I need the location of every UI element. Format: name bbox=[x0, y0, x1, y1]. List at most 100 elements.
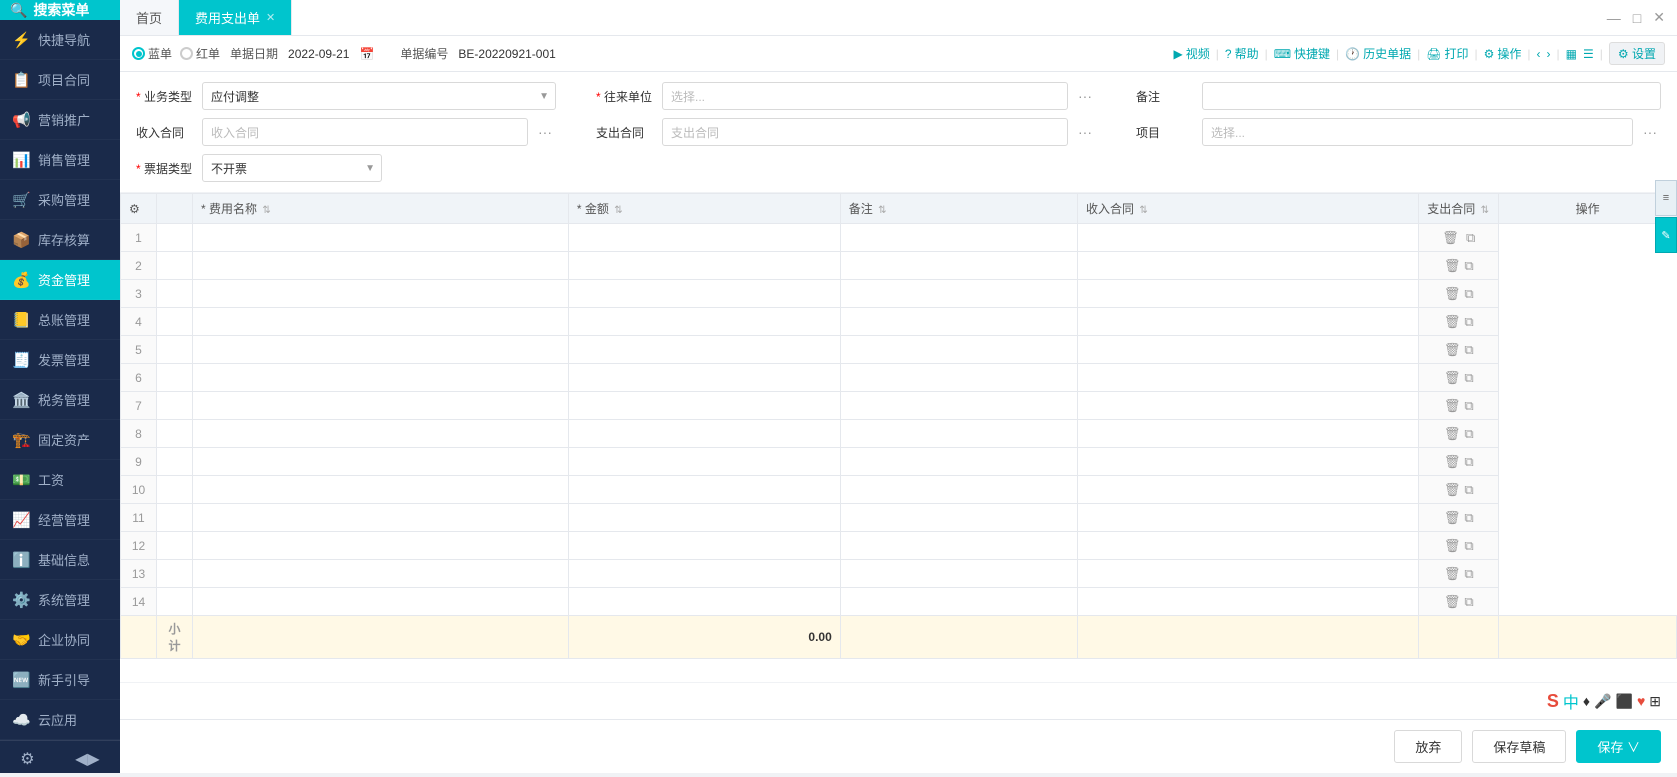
sidebar-audio-icon[interactable]: ◀▶ bbox=[75, 749, 100, 769]
delete-row-1-button[interactable]: 🗑 bbox=[1442, 230, 1459, 245]
copy-row-button[interactable]: ⧉ bbox=[1464, 342, 1473, 357]
amount-header[interactable]: * 金额 ⇅ bbox=[568, 194, 840, 224]
sidebar-item-system[interactable]: ⚙️ 系统管理 bbox=[0, 580, 120, 620]
delete-row-button[interactable]: 🗑 bbox=[1444, 594, 1461, 609]
sidebar-item-basic-info[interactable]: ℹ️ 基础信息 bbox=[0, 540, 120, 580]
nav-prev-button[interactable]: ‹ bbox=[1537, 47, 1541, 61]
income-contract-input[interactable]: 收入合同 bbox=[202, 118, 528, 146]
invoice-type-select[interactable]: 不开票 ▼ bbox=[202, 154, 382, 182]
right-float-panel: ≡ ✎ bbox=[1655, 180, 1677, 253]
copy-row-button[interactable]: ⧉ bbox=[1464, 258, 1473, 273]
copy-row-button[interactable]: ⧉ bbox=[1464, 594, 1473, 609]
float-icon-2[interactable]: ✎ bbox=[1655, 217, 1677, 253]
delete-row-button[interactable]: 🗑 bbox=[1444, 426, 1461, 441]
delete-row-button[interactable]: 🗑 bbox=[1444, 454, 1461, 469]
sidebar-item-marketing[interactable]: 📢 营销推广 bbox=[0, 100, 120, 140]
delete-row-button[interactable]: 🗑 bbox=[1444, 342, 1461, 357]
sidebar-item-purchase[interactable]: 🛒 采购管理 bbox=[0, 180, 120, 220]
radio-blue[interactable]: 蓝单 bbox=[132, 45, 172, 62]
radio-red[interactable]: 红单 bbox=[180, 45, 220, 62]
settings-button[interactable]: ⚙ 设置 bbox=[1609, 42, 1665, 65]
copy-row-button[interactable]: ⧉ bbox=[1464, 482, 1473, 497]
project-dots[interactable]: ··· bbox=[1639, 124, 1661, 140]
sidebar-item-inventory[interactable]: 📦 库存核算 bbox=[0, 220, 120, 260]
copy-row-button[interactable]: ⧉ bbox=[1464, 426, 1473, 441]
sidebar-item-accounting[interactable]: 📒 总账管理 bbox=[0, 300, 120, 340]
delete-row-button[interactable]: 🗑 bbox=[1444, 286, 1461, 301]
copy-row-button[interactable]: ⧉ bbox=[1464, 286, 1473, 301]
window-minimize-button[interactable]: — bbox=[1603, 10, 1625, 26]
expense-contract-placeholder: 支出合同 bbox=[671, 124, 719, 141]
cell-income-contract-1[interactable] bbox=[840, 224, 1077, 252]
copy-row-button[interactable]: ⧉ bbox=[1464, 454, 1473, 469]
sidebar-item-salary[interactable]: 💵 工资 bbox=[0, 460, 120, 500]
ops-button[interactable]: ⚙ 操作 bbox=[1484, 45, 1522, 62]
window-close-button[interactable]: ✕ bbox=[1649, 9, 1669, 26]
view-list-button[interactable]: ☰ bbox=[1583, 47, 1594, 61]
history-button[interactable]: 🕐 历史单据 bbox=[1345, 45, 1411, 62]
copy-row-button[interactable]: ⧉ bbox=[1464, 370, 1473, 385]
tab-expense-close[interactable]: ✕ bbox=[266, 11, 275, 24]
copy-row-button[interactable]: ⧉ bbox=[1464, 314, 1473, 329]
expense-contract-header[interactable]: 支出合同 ⇅ bbox=[1419, 194, 1499, 224]
cell-remark-1[interactable] bbox=[568, 224, 840, 252]
copy-row-button[interactable]: ⧉ bbox=[1464, 398, 1473, 413]
counterpart-dots[interactable]: ··· bbox=[1074, 88, 1096, 104]
tab-expense[interactable]: 费用支出单 ✕ bbox=[179, 0, 292, 35]
project-input[interactable]: 选择... bbox=[1202, 118, 1633, 146]
nav-next-button[interactable]: › bbox=[1547, 47, 1551, 61]
save-draft-button[interactable]: 保存草稿 bbox=[1472, 730, 1566, 763]
sidebar-item-tax[interactable]: 🏛️ 税务管理 bbox=[0, 380, 120, 420]
delete-row-button[interactable]: 🗑 bbox=[1444, 370, 1461, 385]
copy-row-button[interactable]: ⧉ bbox=[1464, 538, 1473, 553]
save-button[interactable]: 保存 ∨ bbox=[1576, 730, 1661, 763]
sidebar-item-project-contract[interactable]: 📋 项目合同 bbox=[0, 60, 120, 100]
biz-type-select[interactable]: 应付调整 ▼ bbox=[202, 82, 556, 110]
sidebar-item-invoice[interactable]: 🧾 发票管理 bbox=[0, 340, 120, 380]
calendar-icon[interactable]: 📅 bbox=[359, 47, 374, 61]
delete-row-button[interactable]: 🗑 bbox=[1444, 566, 1461, 581]
cell-amount-1[interactable] bbox=[193, 224, 569, 252]
copy-row-button[interactable]: ⧉ bbox=[1464, 510, 1473, 525]
expense-contract-dots[interactable]: ··· bbox=[1074, 124, 1096, 140]
sidebar-search[interactable]: 🔍 搜索菜单 bbox=[0, 0, 120, 20]
delete-row-button[interactable]: 🗑 bbox=[1444, 510, 1461, 525]
enterprise-icon: 🤝 bbox=[12, 631, 30, 649]
copy-row-1-button[interactable]: ⧉ bbox=[1466, 230, 1475, 245]
gear-column-header[interactable]: ⚙ bbox=[121, 194, 157, 224]
expense-contract-input[interactable]: 支出合同 bbox=[662, 118, 1068, 146]
income-contract-header[interactable]: 收入合同 ⇅ bbox=[1078, 194, 1419, 224]
delete-row-button[interactable]: 🗑 bbox=[1444, 398, 1461, 413]
print-button[interactable]: 🖨 打印 bbox=[1426, 45, 1468, 62]
sidebar-item-operation[interactable]: 📈 经营管理 bbox=[0, 500, 120, 540]
sidebar-settings-icon[interactable]: ⚙ bbox=[20, 749, 34, 769]
sidebar-item-quick-nav[interactable]: ⚡ 快捷导航 bbox=[0, 20, 120, 60]
help-button[interactable]: ? 帮助 bbox=[1225, 45, 1259, 62]
counterpart-input[interactable]: 选择... bbox=[662, 82, 1068, 110]
delete-row-button[interactable]: 🗑 bbox=[1444, 538, 1461, 553]
tab-home[interactable]: 首页 bbox=[120, 0, 179, 35]
income-contract-dots[interactable]: ··· bbox=[534, 124, 556, 140]
radio-red-label: 红单 bbox=[196, 45, 220, 62]
sidebar-item-new-guide[interactable]: 🆕 新手引导 bbox=[0, 660, 120, 700]
delete-row-button[interactable]: 🗑 bbox=[1444, 314, 1461, 329]
float-icon-1[interactable]: ≡ bbox=[1655, 180, 1677, 216]
remark-header[interactable]: 备注 ⇅ bbox=[840, 194, 1077, 224]
delete-row-button[interactable]: 🗑 bbox=[1444, 258, 1461, 273]
window-maximize-button[interactable]: □ bbox=[1629, 10, 1645, 26]
discard-button[interactable]: 放弃 bbox=[1394, 730, 1462, 763]
sidebar-item-cloud-apps[interactable]: ☁️ 云应用 bbox=[0, 700, 120, 740]
view-grid-button[interactable]: ▦ bbox=[1566, 47, 1577, 61]
copy-row-button[interactable]: ⧉ bbox=[1464, 566, 1473, 581]
sidebar-item-fixed-assets[interactable]: 🏗️ 固定资产 bbox=[0, 420, 120, 460]
sidebar-item-capital[interactable]: 💰 资金管理 bbox=[0, 260, 120, 300]
sidebar-item-enterprise[interactable]: 🤝 企业协同 bbox=[0, 620, 120, 660]
shortcut-button[interactable]: ⌨ 快捷键 bbox=[1274, 45, 1330, 62]
expense-name-header[interactable]: * 费用名称 ⇅ bbox=[193, 194, 569, 224]
delete-row-button[interactable]: 🗑 bbox=[1444, 482, 1461, 497]
sidebar-item-sales[interactable]: 📊 销售管理 bbox=[0, 140, 120, 180]
video-button[interactable]: ▶ 视频 bbox=[1174, 45, 1210, 62]
cell-expense-contract-1[interactable] bbox=[1078, 224, 1419, 252]
remark-input[interactable] bbox=[1202, 82, 1661, 110]
cell-expense-name-1[interactable] bbox=[157, 224, 193, 252]
